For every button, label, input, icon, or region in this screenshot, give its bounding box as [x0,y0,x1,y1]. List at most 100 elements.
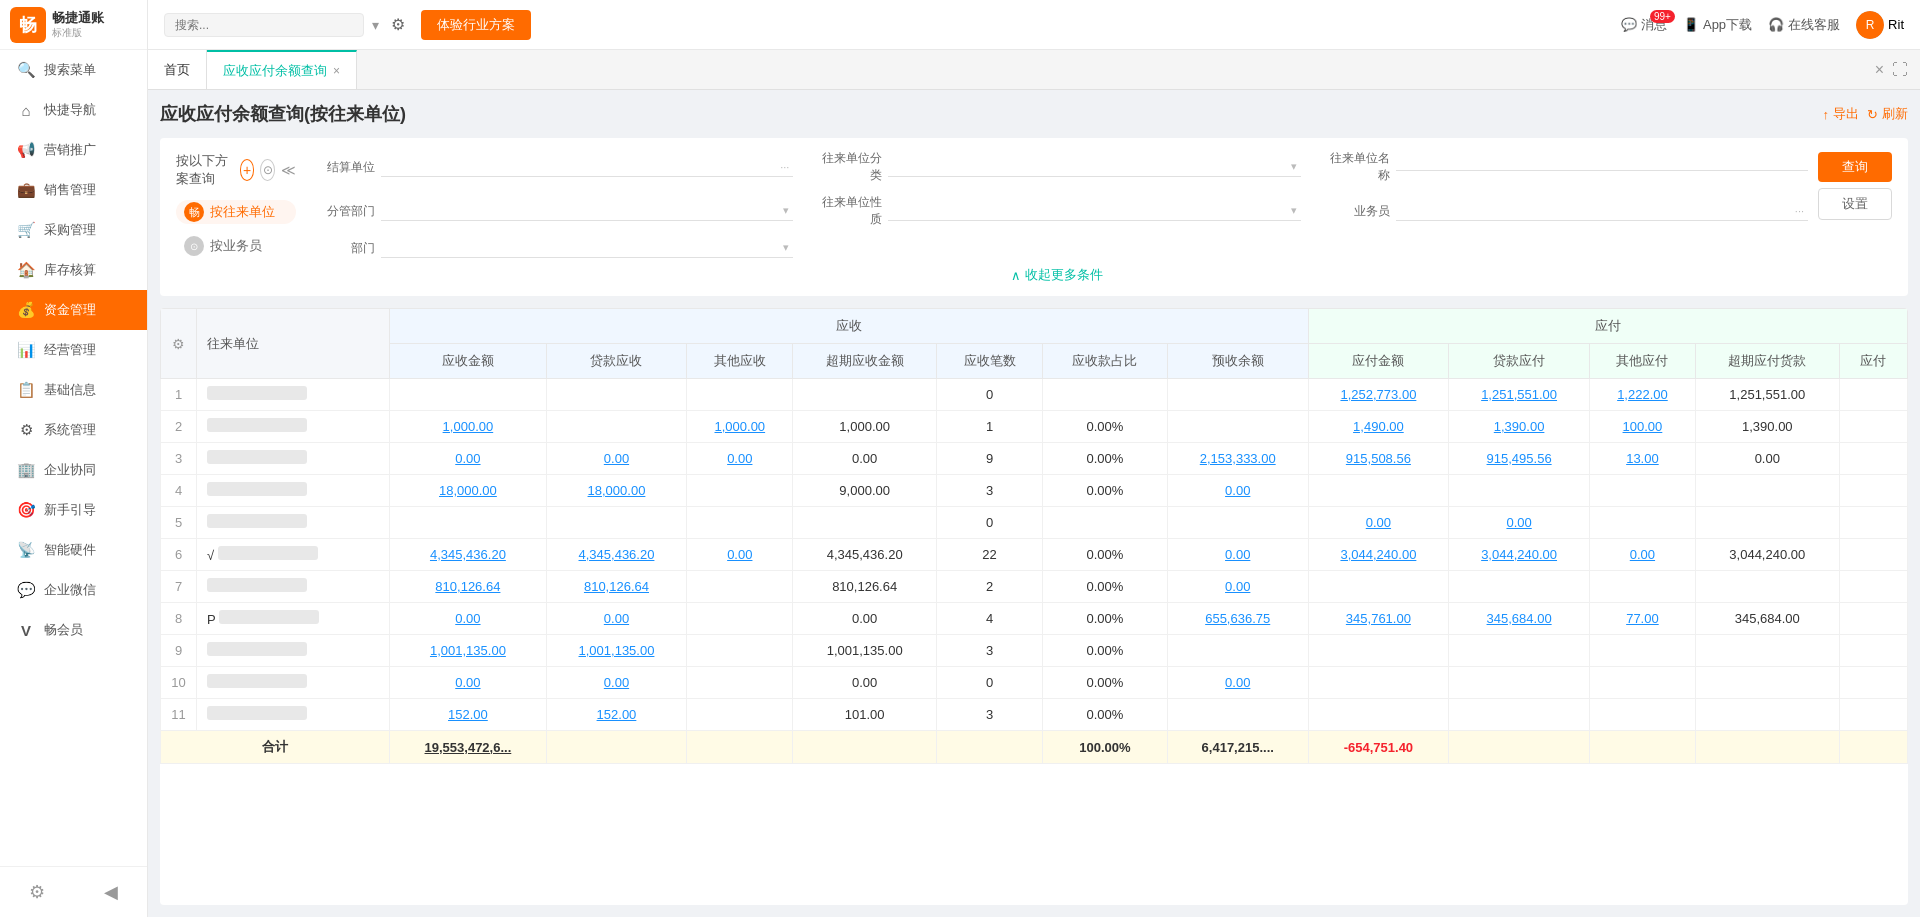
table-row: 418,000.0018,000.009,000.0030.00%0.00 [161,475,1908,507]
query-button[interactable]: 查询 [1818,152,1892,182]
sidebar-settings-btn[interactable]: ⚙ [19,877,55,907]
table-row: 6√ 4,345,436.204,345,436.200.004,345,436… [161,539,1908,571]
col-settings-icon[interactable]: ⚙ [172,336,185,352]
tab-ar-ap[interactable]: 应收应付余额查询 × [207,50,357,89]
top-bar-right: 💬 消息 99+ 📱 App下载 🎧 在线客服 R Rit [1621,11,1904,39]
recv-loan-header: 贷款应收 [546,344,687,379]
service-icon: 🎧 [1768,17,1784,32]
settings-button[interactable]: 设置 [1818,188,1892,220]
dots-icon: ··· [780,161,789,173]
partner-nature-control[interactable]: ▾ [888,201,1300,221]
filter-field-salesperson: 业务员 ··· [1321,194,1808,228]
partner-option-label: 按往来单位 [210,203,275,221]
branch-label: 分管部门 [306,203,381,220]
partner-name-label: 往来单位名称 [1321,150,1396,184]
sidebar-item-quick[interactable]: ⌂ 快捷导航 [0,90,147,130]
recv-ratio-header: 应收款占比 [1043,344,1168,379]
recv-other-header: 其他应收 [687,344,793,379]
pay-loan-header: 贷款应付 [1449,344,1590,379]
table-container[interactable]: ⚙ 往来单位 应收 应付 应收金额 贷款应收 其他应收 超期应收金额 应收笔数 [160,308,1908,905]
sidebar-item-finance[interactable]: 💰 资金管理 [0,290,147,330]
main-area: ▾ ⚙ 体验行业方案 💬 消息 99+ 📱 App下载 🎧 在线客服 R [148,0,1920,917]
pay-overdue-header: 超期应付货款 [1695,344,1839,379]
message-button[interactable]: 💬 消息 99+ [1621,16,1667,34]
basic-icon: 📋 [16,380,36,400]
sidebar-item-sales[interactable]: 💼 销售管理 [0,170,147,210]
salesperson-control[interactable]: ··· [1396,202,1808,221]
sidebar-item-guide[interactable]: 🎯 新手引导 [0,490,147,530]
tab-home[interactable]: 首页 [148,50,207,89]
recv-prepay-header: 预收余额 [1167,344,1308,379]
sidebar-item-system[interactable]: ⚙ 系统管理 [0,410,147,450]
payable-group-header: 应付 [1308,309,1907,344]
refresh-button[interactable]: ↻ 刷新 [1867,105,1908,123]
chevron-down-icon[interactable]: ▾ [372,17,379,33]
filter-option-staff[interactable]: ⊙ 按业务员 [176,234,296,258]
table-row: 500.000.00 [161,507,1908,539]
sidebar-item-hardware[interactable]: 📡 智能硬件 [0,530,147,570]
sidebar-item-member[interactable]: V 畅会员 [0,610,147,650]
branch-control[interactable]: ▾ [381,201,793,221]
logo-icon: 畅 [10,7,46,43]
filter-option-partner[interactable]: 畅 按往来单位 [176,200,296,224]
filter-collapse: ∧ 收起更多条件 [306,266,1808,284]
filter-collapse-arrow[interactable]: ≪ [281,162,296,178]
sidebar-collapse-btn[interactable]: ◀ [94,877,128,907]
window-expand-icon[interactable]: ⛶ [1892,61,1908,79]
inventory-icon: 🏠 [16,260,36,280]
filter-panel: 按以下方案查询 + ⊙ ≪ 畅 按往来单位 ⊙ 按业务员 [160,138,1908,296]
breadcrumb-input[interactable] [164,13,364,37]
filter-field-partner-cat: 往来单位分类 ▾ [813,150,1300,184]
trial-button[interactable]: 体验行业方案 [421,10,531,40]
filter-field-partner-nature: 往来单位性质 ▾ [813,194,1300,228]
sidebar-footer: ⚙ ◀ [0,866,147,917]
partner-cat-control[interactable]: ▾ [888,157,1300,177]
top-bar-left: ▾ ⚙ 体验行业方案 [164,10,1621,40]
settlement-control[interactable]: ··· [381,158,793,177]
table-wrap: ⚙ 往来单位 应收 应付 应收金额 贷款应收 其他应收 超期应收金额 应收笔数 [160,308,1908,905]
settings-col-header[interactable]: ⚙ [161,309,197,379]
partner-option-icon: 畅 [184,202,204,222]
salesperson-dots-icon: ··· [1795,205,1804,217]
sidebar-item-mgmt[interactable]: 📊 经营管理 [0,330,147,370]
app-download-button[interactable]: 📱 App下载 [1683,16,1752,34]
footer-pay-total: -654,751.40 [1308,731,1449,764]
table-row: 21,000.001,000.001,000.0010.00%1,490.001… [161,411,1908,443]
recv-amt-header: 应收金额 [390,344,546,379]
recv-overdue-header: 超期应收金额 [793,344,937,379]
sidebar-item-wechat[interactable]: 💬 企业微信 [0,570,147,610]
hardware-icon: 📡 [16,540,36,560]
filter-add-button[interactable]: + [240,159,255,181]
dept-control[interactable]: ▾ [381,238,793,258]
service-button[interactable]: 🎧 在线客服 [1768,16,1840,34]
table-row: 100.000.000.0000.00%0.00 [161,667,1908,699]
collapse-link[interactable]: ∧ 收起更多条件 [1011,266,1103,284]
filter-body: 按以下方案查询 + ⊙ ≪ 畅 按往来单位 ⊙ 按业务员 [176,150,1892,284]
collapse-up-icon: ∧ [1011,268,1021,283]
recv-count-header: 应收笔数 [937,344,1043,379]
home-icon: ⌂ [16,100,36,120]
finance-icon: 💰 [16,300,36,320]
app-icon: 📱 [1683,17,1699,32]
sales-icon: 💼 [16,180,36,200]
tab-close-icon[interactable]: × [333,64,340,78]
sidebar-item-marketing[interactable]: 📢 营销推广 [0,130,147,170]
sidebar-item-corp[interactable]: 🏢 企业协同 [0,450,147,490]
sidebar-item-purchase[interactable]: 🛒 采购管理 [0,210,147,250]
export-button[interactable]: ↑ 导出 [1823,105,1860,123]
filter-schema-button[interactable]: ⊙ [260,159,275,181]
footer-recv-total[interactable]: 19,553,472,6... [390,731,546,764]
sidebar-item-inventory[interactable]: 🏠 库存核算 [0,250,147,290]
pay-suffix-header: 应付 [1839,344,1907,379]
sidebar-item-basic[interactable]: 📋 基础信息 [0,370,147,410]
sidebar-item-search[interactable]: 🔍 搜索菜单 [0,50,147,90]
partner-name-control[interactable] [1396,164,1808,171]
filter-scheme: 按以下方案查询 + ⊙ ≪ 畅 按往来单位 ⊙ 按业务员 [176,150,296,284]
page-actions: ↑ 导出 ↻ 刷新 [1823,105,1909,123]
window-close-icon[interactable]: × [1875,61,1884,79]
gear-icon[interactable]: ⚙ [391,15,405,34]
corp-icon: 🏢 [16,460,36,480]
filter-fields-grid: 结算单位 ··· 往来单位分类 ▾ [306,150,1808,258]
user-menu[interactable]: R Rit [1856,11,1904,39]
app-label: App下载 [1703,16,1752,34]
